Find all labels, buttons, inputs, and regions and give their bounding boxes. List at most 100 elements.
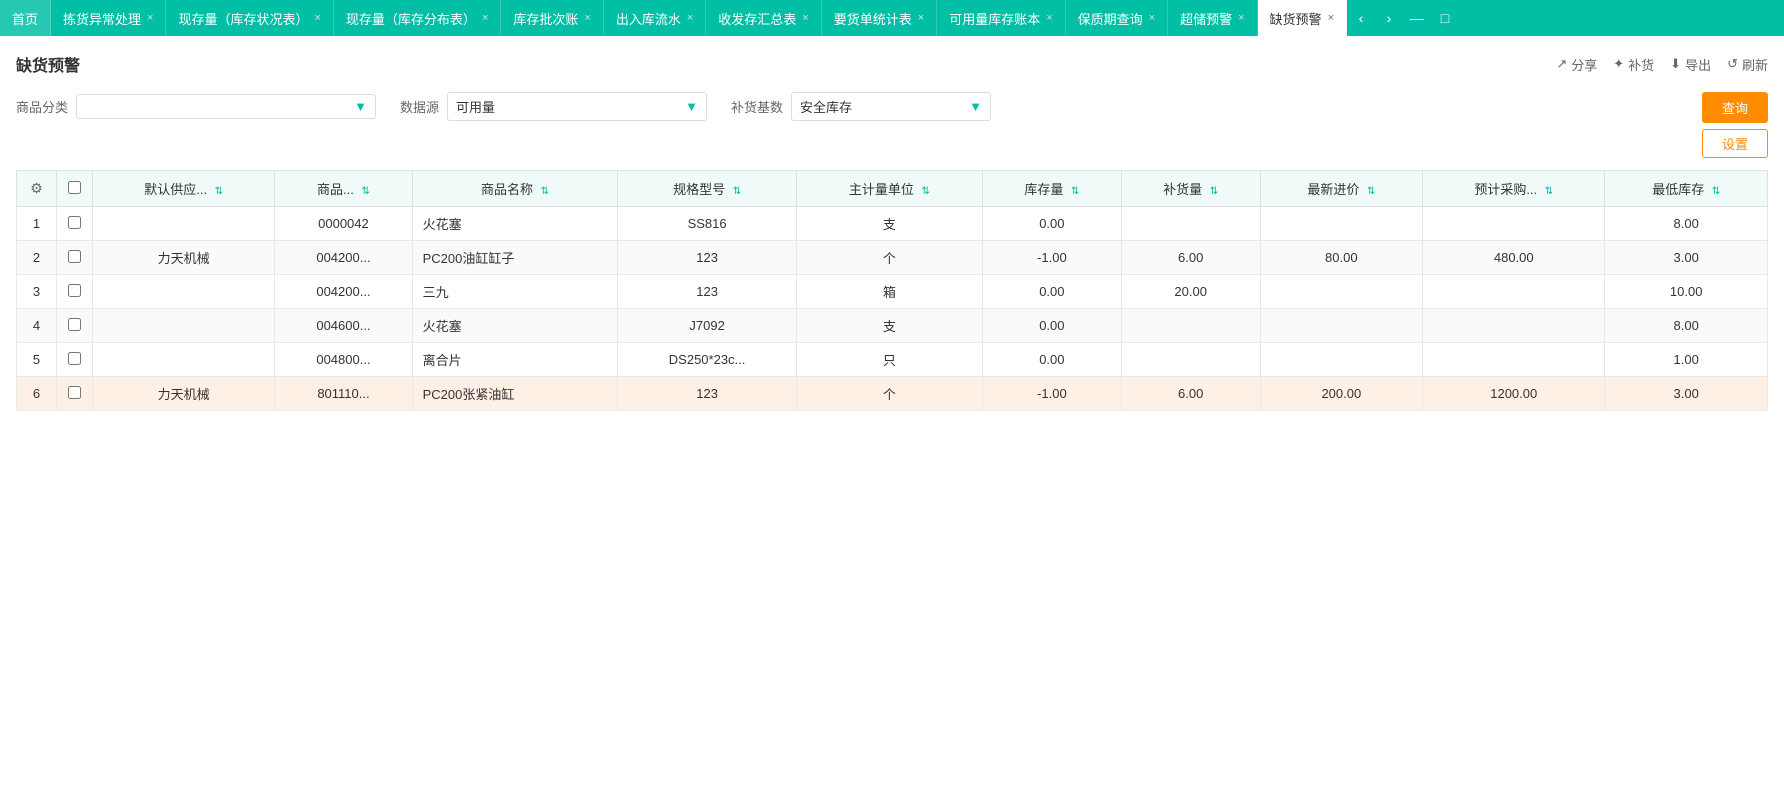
row-select-checkbox-2[interactable]	[68, 284, 81, 297]
row-min-stock-1: 3.00	[1605, 241, 1768, 275]
row-name-0: 火花塞	[412, 207, 618, 241]
tab-stock-status[interactable]: 现存量（库存状况表） ×	[166, 0, 333, 36]
spec-sort-icon: ⇅	[733, 186, 741, 197]
row-spec-1: 123	[618, 241, 796, 275]
col-spec[interactable]: 规格型号 ⇅	[618, 171, 796, 207]
row-min-stock-5: 3.00	[1605, 377, 1768, 411]
tab-overstock[interactable]: 超储预警 ×	[1168, 0, 1257, 36]
row-unit-2: 箱	[796, 275, 982, 309]
row-checkbox-2[interactable]	[57, 275, 93, 309]
replenish-sort-icon: ⇅	[1210, 186, 1218, 197]
tab-collect-close[interactable]: ×	[802, 12, 808, 24]
row-latest-price-4	[1260, 343, 1423, 377]
stock-sort-icon: ⇅	[1071, 186, 1079, 197]
share-icon: ↗	[1556, 56, 1567, 72]
table-row: 4 004600... 火花塞 J7092 支 0.00 8.00	[17, 309, 1768, 343]
share-link[interactable]: ↗ 分享	[1556, 55, 1597, 74]
row-est-purchase-2	[1423, 275, 1605, 309]
tab-shortage-close[interactable]: ×	[1328, 12, 1334, 24]
row-name-4: 离合片	[412, 343, 618, 377]
row-supplier-0	[93, 207, 275, 241]
unit-sort-icon: ⇅	[921, 186, 929, 197]
table-body: 1 0000042 火花塞 SS816 支 0.00 8.00 2 力天机械 0…	[17, 207, 1768, 411]
query-button[interactable]: 查询	[1702, 92, 1768, 123]
row-checkbox-0[interactable]	[57, 207, 93, 241]
col-code[interactable]: 商品... ⇅	[275, 171, 412, 207]
row-est-purchase-5: 1200.00	[1423, 377, 1605, 411]
row-checkbox-5[interactable]	[57, 377, 93, 411]
datasource-select[interactable]: 可用量 ▼	[447, 92, 707, 121]
export-link[interactable]: ⬇ 导出	[1670, 55, 1711, 74]
table-row: 6 力天机械 801110... PC200张紧油缸 123 个 -1.00 6…	[17, 377, 1768, 411]
row-est-purchase-4	[1423, 343, 1605, 377]
latest-price-sort-icon: ⇅	[1367, 186, 1375, 197]
tab-stock-status-close[interactable]: ×	[314, 12, 320, 24]
row-latest-price-1: 80.00	[1260, 241, 1423, 275]
col-supplier[interactable]: 默认供应... ⇅	[93, 171, 275, 207]
replenish-label: 补货	[1628, 55, 1654, 74]
tab-order-stat[interactable]: 要货单统计表 ×	[822, 0, 937, 36]
row-replenish-3	[1121, 309, 1260, 343]
select-all-checkbox[interactable]	[68, 181, 81, 194]
tab-shortage[interactable]: 缺货预警 ×	[1258, 0, 1347, 36]
table-row: 1 0000042 火花塞 SS816 支 0.00 8.00	[17, 207, 1768, 241]
tab-avail[interactable]: 可用量库存账本 ×	[937, 0, 1065, 36]
row-supplier-2	[93, 275, 275, 309]
tab-avail-close[interactable]: ×	[1046, 12, 1052, 24]
tab-overstock-close[interactable]: ×	[1238, 12, 1244, 24]
col-replenish[interactable]: 补货量 ⇅	[1121, 171, 1260, 207]
minimize-btn[interactable]: —	[1403, 0, 1431, 36]
row-select-checkbox-3[interactable]	[68, 318, 81, 331]
tab-exception[interactable]: 拣货异常处理 ×	[51, 0, 166, 36]
tab-batch-close[interactable]: ×	[584, 12, 590, 24]
row-min-stock-2: 10.00	[1605, 275, 1768, 309]
tab-order-stat-close[interactable]: ×	[918, 12, 924, 24]
row-min-stock-3: 8.00	[1605, 309, 1768, 343]
tab-home[interactable]: 首页	[0, 0, 51, 36]
refresh-link[interactable]: ↺ 刷新	[1727, 55, 1768, 74]
row-checkbox-3[interactable]	[57, 309, 93, 343]
tab-prev-btn[interactable]: ‹	[1347, 0, 1375, 36]
tab-collect[interactable]: 收发存汇总表 ×	[706, 0, 821, 36]
replenish-link[interactable]: ✦ 补货	[1613, 55, 1654, 74]
row-select-checkbox-0[interactable]	[68, 216, 81, 229]
row-min-stock-4: 1.00	[1605, 343, 1768, 377]
table-header-row: ⚙ 默认供应... ⇅ 商品... ⇅ 商品名称 ⇅ 规格型号 ⇅ 主计量单位 …	[17, 171, 1768, 207]
col-min-stock[interactable]: 最低库存 ⇅	[1605, 171, 1768, 207]
row-select-checkbox-5[interactable]	[68, 386, 81, 399]
row-supplier-3	[93, 309, 275, 343]
tab-stock-dist-close[interactable]: ×	[482, 12, 488, 24]
row-checkbox-4[interactable]	[57, 343, 93, 377]
tab-exception-close[interactable]: ×	[147, 12, 153, 24]
replenish-select[interactable]: 安全库存 ▼	[791, 92, 991, 121]
col-name[interactable]: 商品名称 ⇅	[412, 171, 618, 207]
tab-inout[interactable]: 出入库流水 ×	[604, 0, 706, 36]
col-latest-price[interactable]: 最新进价 ⇅	[1260, 171, 1423, 207]
tab-inout-close[interactable]: ×	[687, 12, 693, 24]
tab-expiry[interactable]: 保质期查询 ×	[1066, 0, 1168, 36]
settings-gear-icon[interactable]: ⚙	[30, 180, 43, 196]
tab-stock-dist[interactable]: 现存量（库存分布表） ×	[334, 0, 501, 36]
tab-next-btn[interactable]: ›	[1375, 0, 1403, 36]
tab-batch[interactable]: 库存批次账 ×	[501, 0, 603, 36]
row-select-checkbox-4[interactable]	[68, 352, 81, 365]
row-stock-0: 0.00	[982, 207, 1121, 241]
row-latest-price-5: 200.00	[1260, 377, 1423, 411]
settings-button[interactable]: 设置	[1702, 129, 1768, 158]
row-checkbox-1[interactable]	[57, 241, 93, 275]
table-row: 5 004800... 离合片 DS250*23c... 只 0.00 1.00	[17, 343, 1768, 377]
row-select-checkbox-1[interactable]	[68, 250, 81, 263]
col-settings[interactable]: ⚙	[17, 171, 57, 207]
tab-expiry-close[interactable]: ×	[1149, 12, 1155, 24]
tab-overstock-label: 超储预警	[1180, 9, 1232, 28]
row-index-2: 3	[17, 275, 57, 309]
col-unit[interactable]: 主计量单位 ⇅	[796, 171, 982, 207]
col-stock[interactable]: 库存量 ⇅	[982, 171, 1121, 207]
col-est-purchase[interactable]: 预计采购... ⇅	[1423, 171, 1605, 207]
table-row: 2 力天机械 004200... PC200油缸缸子 123 个 -1.00 6…	[17, 241, 1768, 275]
category-select[interactable]: ▼	[76, 94, 376, 119]
row-index-4: 5	[17, 343, 57, 377]
maximize-btn[interactable]: □	[1431, 0, 1459, 36]
row-name-3: 火花塞	[412, 309, 618, 343]
main-content: 缺货预警 ↗ 分享 ✦ 补货 ⬇ 导出 ↺ 刷新 商品分类	[0, 36, 1784, 796]
